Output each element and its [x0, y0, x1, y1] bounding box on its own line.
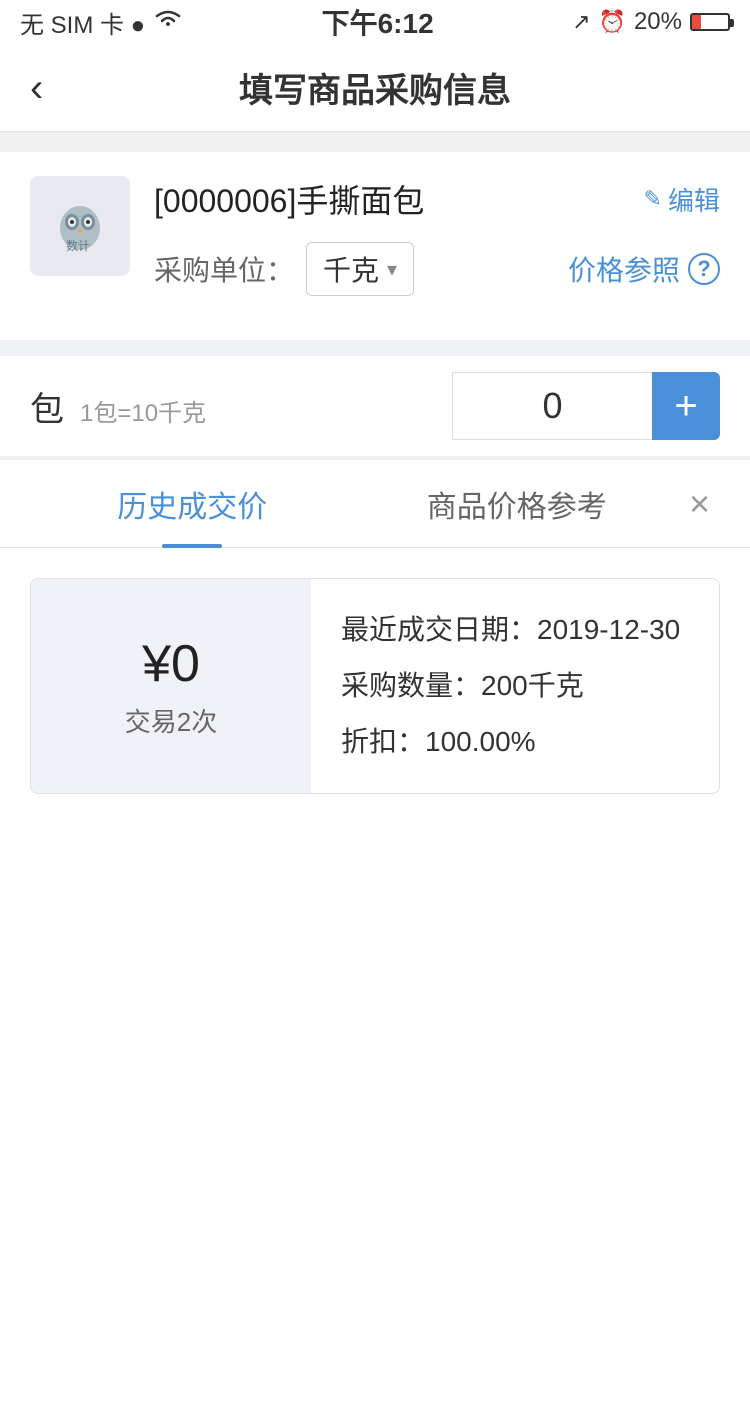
price-reference-button[interactable]: 价格参照 ? — [568, 249, 720, 289]
product-header: 数计 [0000006]手撕面包 ✎ 编辑 采购单位： 千克 ▾ — [30, 176, 720, 296]
detail-date-row: 最近成交日期：2019-12-30 — [341, 609, 689, 651]
edit-label: 编辑 — [668, 181, 720, 218]
battery-icon — [690, 13, 730, 31]
dropdown-arrow-icon: ▾ — [387, 257, 397, 282]
quantity-label-group: 包 1包=10千克 — [30, 382, 206, 431]
tab-price-reference[interactable]: 商品价格参考 — [354, 460, 678, 548]
qty-value: 200千克 — [481, 670, 584, 701]
back-button[interactable]: ‹ — [30, 58, 53, 118]
status-time: 下午6:12 — [322, 2, 434, 42]
date-value: 2019-12-30 — [537, 614, 680, 645]
quantity-conversion: 1包=10千克 — [80, 393, 206, 428]
location-icon: ↗ — [572, 9, 590, 35]
help-icon: ? — [688, 253, 720, 285]
discount-label: 折扣： — [341, 726, 425, 757]
status-right: ↗ ⏰ 20% — [572, 8, 730, 36]
transaction-count: 交易2次 — [125, 702, 217, 739]
edit-button[interactable]: ✎ 编辑 — [644, 181, 720, 218]
svg-text:数计: 数计 — [66, 238, 90, 253]
tab-history-label: 历史成交价 — [117, 482, 267, 526]
sim-status: 无 SIM 卡 ● — [20, 5, 145, 40]
discount-value: 100.00% — [425, 726, 536, 757]
product-logo: 数计 — [50, 196, 110, 256]
wifi-icon — [153, 8, 183, 37]
main-content-area — [0, 824, 750, 1424]
status-left: 无 SIM 卡 ● — [20, 5, 183, 40]
quantity-input-group: 0 + — [452, 372, 720, 440]
qty-label: 采购数量： — [341, 670, 481, 701]
unit-label: 采购单位： — [154, 249, 294, 289]
transaction-content: ¥0 交易2次 最近成交日期：2019-12-30 采购数量：200千克 折扣：… — [0, 548, 750, 824]
tabs-panel: 历史成交价 商品价格参考 × ¥0 交易2次 最近成交日期：2019-12-30… — [0, 460, 750, 824]
product-thumbnail: 数计 — [30, 176, 130, 276]
tabs-header: 历史成交价 商品价格参考 × — [0, 460, 750, 548]
quantity-add-button[interactable]: + — [652, 372, 720, 440]
quantity-input[interactable]: 0 — [452, 372, 652, 440]
detail-discount-row: 折扣：100.00% — [341, 721, 689, 763]
edit-icon: ✎ — [644, 186, 662, 212]
quantity-unit: 包 — [30, 382, 64, 431]
product-name: [0000006]手撕面包 — [154, 176, 424, 222]
tab-reference-label: 商品价格参考 — [427, 482, 607, 526]
alarm-icon: ⏰ — [599, 9, 626, 35]
divider — [0, 340, 750, 356]
quantity-section: 包 1包=10千克 0 + — [0, 356, 750, 456]
unit-value: 千克 — [323, 249, 379, 289]
transaction-price: ¥0 — [142, 634, 200, 694]
close-button[interactable]: × — [679, 476, 720, 532]
transaction-details-side: 最近成交日期：2019-12-30 采购数量：200千克 折扣：100.00% — [311, 579, 719, 793]
price-ref-label: 价格参照 — [568, 249, 680, 289]
date-label: 最近成交日期： — [341, 614, 537, 645]
transaction-price-side: ¥0 交易2次 — [31, 579, 311, 793]
page-title: 填写商品采购信息 — [239, 63, 511, 112]
status-bar: 无 SIM 卡 ● 下午6:12 ↗ ⏰ 20% — [0, 0, 750, 44]
product-name-row: [0000006]手撕面包 ✎ 编辑 — [154, 176, 720, 222]
tab-history-price[interactable]: 历史成交价 — [30, 460, 354, 548]
transaction-card: ¥0 交易2次 最近成交日期：2019-12-30 采购数量：200千克 折扣：… — [30, 578, 720, 794]
product-section: 数计 [0000006]手撕面包 ✎ 编辑 采购单位： 千克 ▾ — [0, 152, 750, 340]
unit-selector[interactable]: 千克 ▾ — [306, 242, 414, 296]
detail-qty-row: 采购数量：200千克 — [341, 665, 689, 707]
battery-pct: 20% — [634, 8, 682, 36]
nav-bar: ‹ 填写商品采购信息 — [0, 44, 750, 132]
product-info: [0000006]手撕面包 ✎ 编辑 采购单位： 千克 ▾ 价格参照 ? — [154, 176, 720, 296]
product-unit-row: 采购单位： 千克 ▾ 价格参照 ? — [154, 242, 720, 296]
